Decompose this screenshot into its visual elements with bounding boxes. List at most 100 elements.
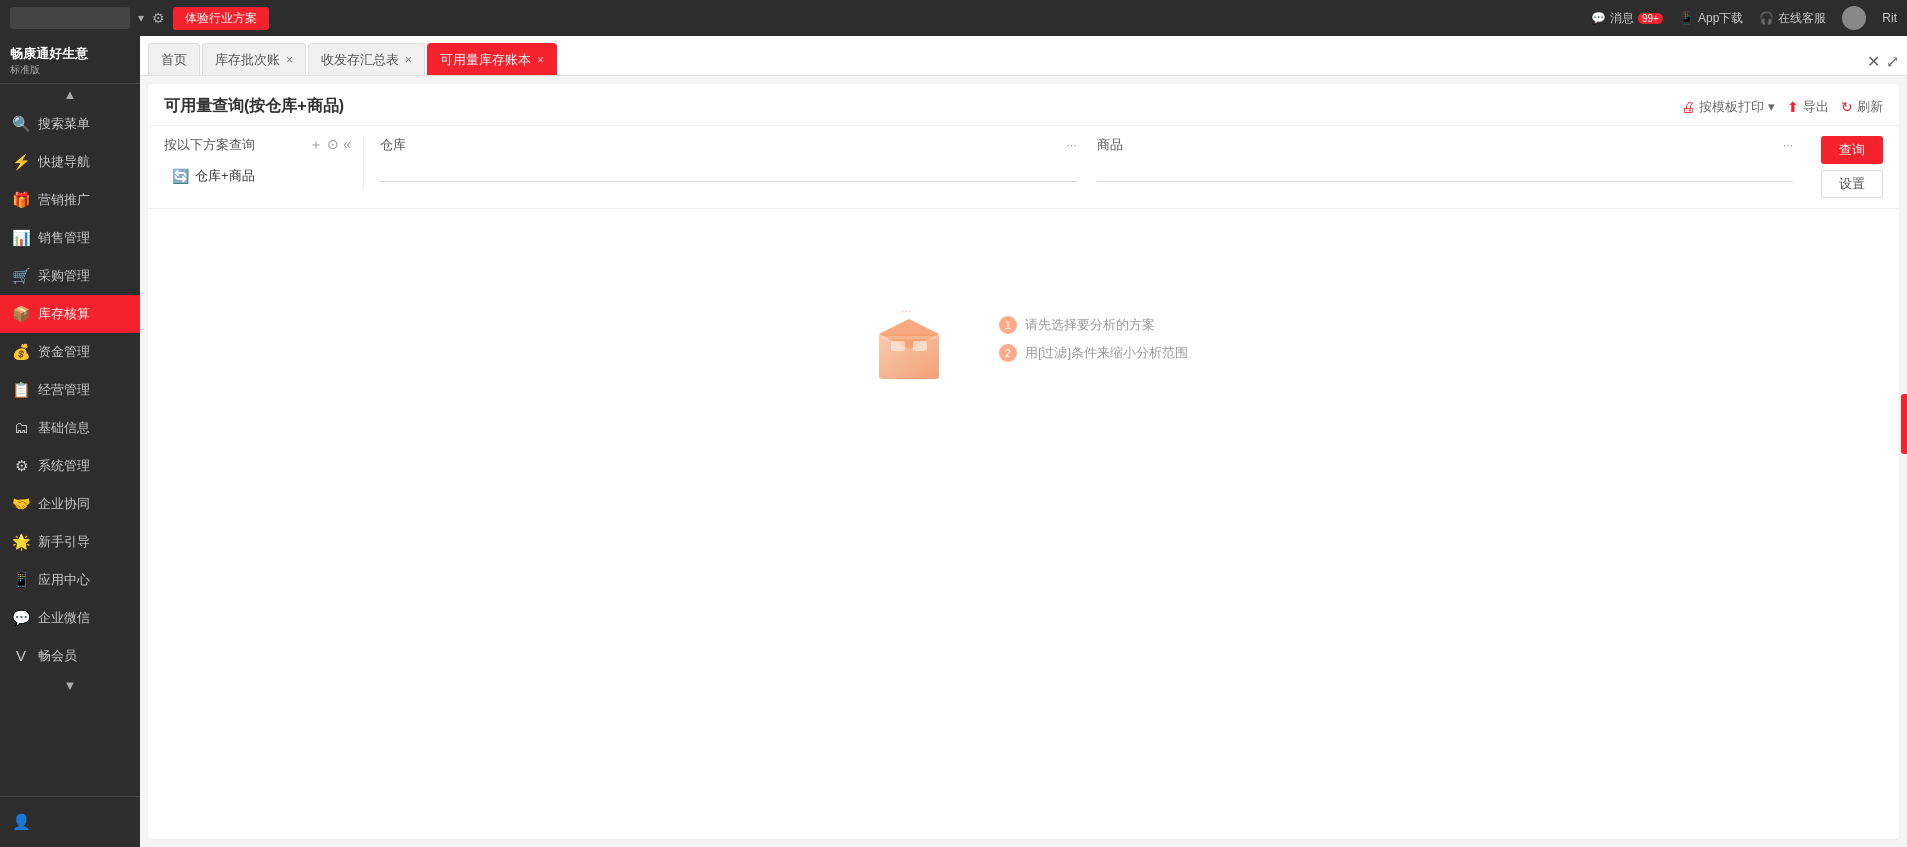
sidebar-scroll-up[interactable]: ▲ (0, 84, 140, 105)
sidebar-item-label-enterprise: 企业协同 (38, 495, 90, 513)
settings-button[interactable]: 设置 (1821, 170, 1883, 198)
sidebar-item-system[interactable]: ⚙ 系统管理 (0, 447, 140, 485)
sidebar-item-label-wechat: 企业微信 (38, 609, 90, 627)
collapse-scheme-icon[interactable]: « (343, 136, 351, 154)
content-area: 首页库存批次账×收发存汇总表×可用量库存账本× ✕ ⤢ 可用量查询(按仓库+商品… (140, 36, 1907, 847)
message-button[interactable]: 💬 消息 99+ (1591, 10, 1663, 27)
filter-scheme-panel: 按以下方案查询 ＋ ⊙ « 🔄 仓库+商品 (164, 136, 364, 190)
scheme-item-label: 仓库+商品 (195, 167, 255, 185)
export-button[interactable]: ⬆ 导出 (1787, 98, 1829, 116)
sidebar-item-marketing[interactable]: 🎁 营销推广 (0, 181, 140, 219)
empty-state: ··· 1 请先选择要分析的方案 2 用[过滤]条件来缩小分析范围 (148, 209, 1899, 469)
member-icon: V (12, 647, 30, 665)
sidebar-item-operation[interactable]: 📋 经营管理 (0, 371, 140, 409)
sidebar-item-enterprise[interactable]: 🤝 企业协同 (0, 485, 140, 523)
warehouse-more-button[interactable]: ··· (1066, 138, 1076, 152)
print-icon: 🖨 (1681, 99, 1695, 115)
tab-label-home: 首页 (161, 51, 187, 69)
empty-tips: 1 请先选择要分析的方案 2 用[过滤]条件来缩小分析范围 (999, 316, 1188, 362)
warehouse-input[interactable] (380, 158, 1077, 182)
online-service-button[interactable]: 🎧 在线客服 (1759, 10, 1826, 27)
tab-label-available: 可用量库存账本 (440, 51, 531, 69)
tip-text-2: 用[过滤]条件来缩小分析范围 (1025, 344, 1188, 362)
goods-label: 商品 (1097, 136, 1123, 154)
sidebar-item-basic[interactable]: 🗂 基础信息 (0, 409, 140, 447)
filter-scheme-label: 按以下方案查询 (164, 136, 255, 154)
tab-close-summary[interactable]: × (405, 53, 412, 67)
sidebar-logo-title: 畅康通好生意 (10, 46, 130, 63)
query-button[interactable]: 查询 (1821, 136, 1883, 164)
sidebar-items-list: 🔍 搜索菜单 ⚡ 快捷导航 🎁 营销推广 📊 销售管理 🛒 采购管理 📦 库存核… (0, 105, 140, 675)
edit-scheme-icon[interactable]: ⊙ (327, 136, 339, 154)
add-scheme-icon[interactable]: ＋ (309, 136, 323, 154)
sidebar-item-search[interactable]: 🔍 搜索菜单 (0, 105, 140, 143)
tab-expand-button[interactable]: ⤢ (1886, 52, 1899, 71)
app-download-button[interactable]: 📱 App下载 (1679, 10, 1743, 27)
tab-available[interactable]: 可用量库存账本 × (427, 43, 557, 75)
sidebar-item-label-finance: 资金管理 (38, 343, 90, 361)
sidebar: 畅康通好生意 标准版 ▲ 🔍 搜索菜单 ⚡ 快捷导航 🎁 营销推广 📊 销售管理… (0, 36, 140, 847)
user-icon: 👤 (12, 813, 30, 831)
filter-scheme-header: 按以下方案查询 ＋ ⊙ « (164, 136, 351, 154)
sidebar-item-member[interactable]: V 畅会员 (0, 637, 140, 675)
print-label: 按模板打印 (1699, 98, 1764, 116)
sidebar-item-label-system: 系统管理 (38, 457, 90, 475)
sidebar-item-label-member: 畅会员 (38, 647, 77, 665)
print-chevron-icon[interactable]: ▾ (1768, 99, 1775, 114)
sales-icon: 📊 (12, 229, 30, 247)
sidebar-item-label-operation: 经营管理 (38, 381, 90, 399)
top-bar-search-input[interactable] (10, 7, 130, 29)
sidebar-item-appstore[interactable]: 📱 应用中心 (0, 561, 140, 599)
tip-num-2: 2 (999, 344, 1017, 362)
sidebar-item-label-sales: 销售管理 (38, 229, 90, 247)
filter-scheme-actions: ＋ ⊙ « (309, 136, 351, 154)
svg-rect-2 (891, 341, 905, 351)
sidebar-item-shortcut[interactable]: ⚡ 快捷导航 (0, 143, 140, 181)
scheme-item-icon: 🔄 (172, 168, 189, 184)
tab-close-available[interactable]: × (537, 53, 544, 67)
sidebar-item-inventory[interactable]: 📦 库存核算 (0, 295, 140, 333)
goods-input[interactable] (1097, 158, 1794, 182)
purchase-icon: 🛒 (12, 267, 30, 285)
sidebar-item-finance[interactable]: 💰 资金管理 (0, 333, 140, 371)
username-label: Rit (1882, 11, 1897, 25)
scheme-item-warehouse-goods[interactable]: 🔄 仓库+商品 (164, 162, 351, 190)
message-icon: 💬 (1591, 11, 1606, 25)
filter-actions: 查询 设置 (1809, 136, 1883, 198)
sidebar-item-user[interactable]: 👤 (0, 803, 140, 841)
filter-field-warehouse-label: 仓库 ··· (380, 136, 1077, 154)
svg-rect-4 (881, 336, 937, 339)
operation-icon: 📋 (12, 381, 30, 399)
tab-close-batch[interactable]: × (286, 53, 293, 67)
sidebar-item-newbie[interactable]: 🌟 新手引导 (0, 523, 140, 561)
print-button[interactable]: 🖨 按模板打印 ▾ (1681, 98, 1775, 116)
tab-batch[interactable]: 库存批次账× (202, 43, 306, 75)
industry-solution-button[interactable]: 体验行业方案 (173, 7, 269, 30)
top-bar-chevron-icon[interactable]: ▾ (138, 11, 144, 25)
empty-state-content: ··· 1 请先选择要分析的方案 2 用[过滤]条件来缩小分析范围 (859, 289, 1188, 389)
tab-close-button[interactable]: ✕ (1867, 52, 1880, 71)
empty-tip-1: 1 请先选择要分析的方案 (999, 316, 1188, 334)
top-bar-gear-icon[interactable]: ⚙ (152, 10, 165, 26)
tab-bar: 首页库存批次账×收发存汇总表× 可用量库存账本 × ✕ ⤢ (140, 36, 1907, 76)
sidebar-scroll-down[interactable]: ▼ (0, 675, 140, 696)
tab-summary[interactable]: 收发存汇总表× (308, 43, 425, 75)
sidebar-item-purchase[interactable]: 🛒 采购管理 (0, 257, 140, 295)
shortcut-icon: ⚡ (12, 153, 30, 171)
sidebar-item-wechat[interactable]: 💬 企业微信 (0, 599, 140, 637)
warehouse-label: 仓库 (380, 136, 406, 154)
message-label: 消息 (1610, 10, 1634, 27)
tab-home[interactable]: 首页 (148, 43, 200, 75)
main-layout: 畅康通好生意 标准版 ▲ 🔍 搜索菜单 ⚡ 快捷导航 🎁 营销推广 📊 销售管理… (0, 36, 1907, 847)
filter-field-goods-label: 商品 ··· (1097, 136, 1794, 154)
refresh-button[interactable]: ↻ 刷新 (1841, 98, 1883, 116)
sidebar-bottom-user: 👤 (0, 796, 140, 847)
sidebar-item-label-newbie: 新手引导 (38, 533, 90, 551)
svg-rect-3 (913, 341, 927, 351)
refresh-icon: ↻ (1841, 99, 1853, 115)
sidebar-item-sales[interactable]: 📊 销售管理 (0, 219, 140, 257)
tip-num-1: 1 (999, 316, 1017, 334)
search-icon: 🔍 (12, 115, 30, 133)
wechat-icon: 💬 (12, 609, 30, 627)
goods-more-button[interactable]: ··· (1783, 138, 1793, 152)
